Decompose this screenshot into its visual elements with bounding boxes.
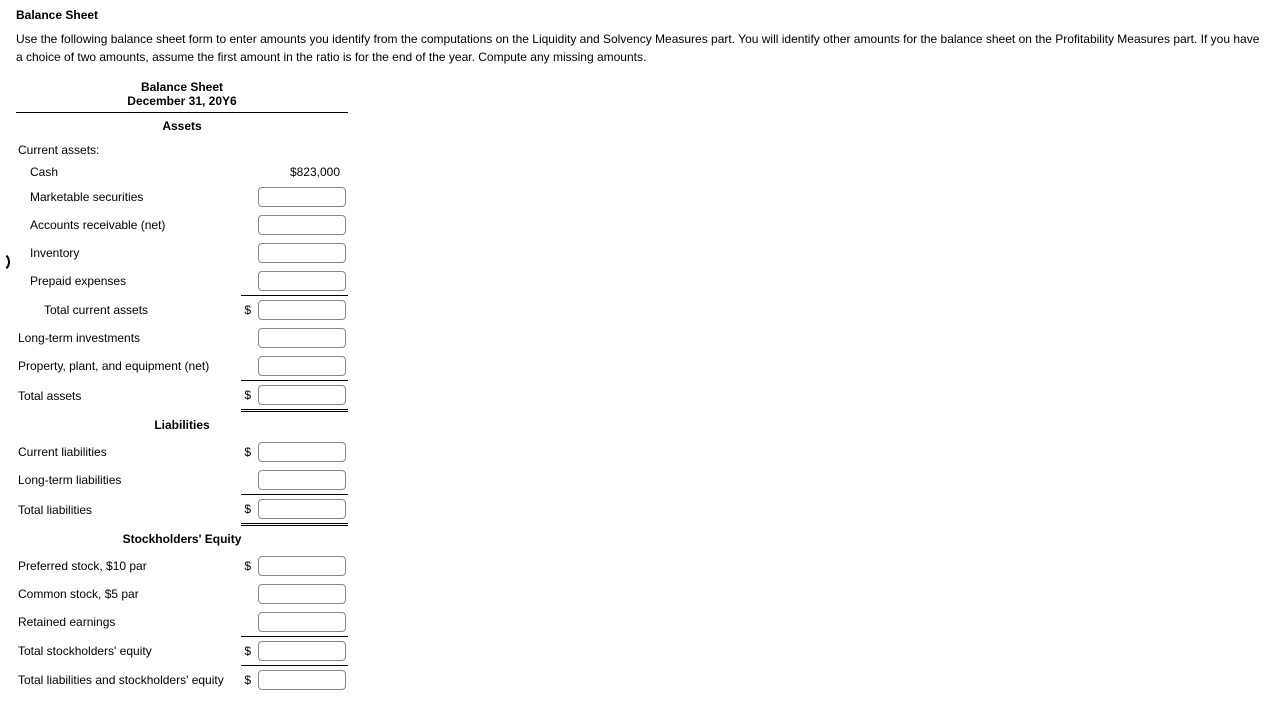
row-prepaid-expenses: Prepaid expenses bbox=[16, 267, 348, 296]
input-preferred-stock[interactable] bbox=[258, 556, 346, 576]
row-inventory: Inventory bbox=[16, 239, 348, 267]
row-current-liabilities: Current liabilities $ bbox=[16, 438, 348, 466]
input-total-liabilities[interactable] bbox=[258, 499, 346, 519]
row-ppe: Property, plant, and equipment (net) bbox=[16, 352, 348, 381]
dollar-sign: $ bbox=[241, 438, 253, 466]
liabilities-table: Current liabilities $ Long-term liabilit… bbox=[16, 438, 348, 526]
input-marketable-securities[interactable] bbox=[258, 187, 346, 207]
balance-sheet-table: Current assets: Cash $823,000 Marketable… bbox=[16, 139, 348, 412]
dollar-sign: $ bbox=[241, 381, 253, 411]
input-total-current-assets[interactable] bbox=[258, 300, 346, 320]
row-total-assets: Total assets $ bbox=[16, 381, 348, 411]
label-ppe: Property, plant, and equipment (net) bbox=[16, 352, 241, 381]
balance-sheet-form: Balance Sheet December 31, 20Y6 Assets C… bbox=[16, 80, 348, 694]
input-prepaid-expenses[interactable] bbox=[258, 271, 346, 291]
label-retained-earnings: Retained earnings bbox=[16, 608, 241, 637]
selection-arc bbox=[0, 252, 10, 272]
dollar-sign: $ bbox=[241, 637, 253, 666]
label-current-liabilities: Current liabilities bbox=[16, 438, 241, 466]
dollar-sign: $ bbox=[241, 495, 253, 525]
label-inventory: Inventory bbox=[16, 239, 241, 267]
row-long-term-liabilities: Long-term liabilities bbox=[16, 466, 348, 495]
label-total-stockholders-equity: Total stockholders' equity bbox=[16, 637, 241, 666]
section-liabilities: Liabilities bbox=[16, 412, 348, 438]
input-inventory[interactable] bbox=[258, 243, 346, 263]
label-common-stock: Common stock, $5 par bbox=[16, 580, 241, 608]
label-cash: Cash bbox=[16, 161, 241, 183]
label-current-assets: Current assets: bbox=[16, 139, 241, 161]
row-current-assets-header: Current assets: bbox=[16, 139, 348, 161]
row-total-liab-and-equity: Total liabilities and stockholders' equi… bbox=[16, 666, 348, 695]
input-total-stockholders-equity[interactable] bbox=[258, 641, 346, 661]
label-long-term-liabilities: Long-term liabilities bbox=[16, 466, 241, 495]
dollar-sign: $ bbox=[241, 666, 253, 695]
input-long-term-liabilities[interactable] bbox=[258, 470, 346, 490]
label-marketable-securities: Marketable securities bbox=[16, 183, 241, 211]
label-preferred-stock: Preferred stock, $10 par bbox=[16, 552, 241, 580]
instructions-text: Use the following balance sheet form to … bbox=[16, 30, 1264, 66]
section-assets: Assets bbox=[16, 113, 348, 139]
input-long-term-investments[interactable] bbox=[258, 328, 346, 348]
label-accounts-receivable: Accounts receivable (net) bbox=[16, 211, 241, 239]
sheet-date: December 31, 20Y6 bbox=[16, 94, 348, 113]
equity-table: Preferred stock, $10 par $ Common stock,… bbox=[16, 552, 348, 694]
row-preferred-stock: Preferred stock, $10 par $ bbox=[16, 552, 348, 580]
value-cash: $823,000 bbox=[255, 165, 346, 179]
row-common-stock: Common stock, $5 par bbox=[16, 580, 348, 608]
row-marketable-securities: Marketable securities bbox=[16, 183, 348, 211]
row-cash: Cash $823,000 bbox=[16, 161, 348, 183]
row-long-term-investments: Long-term investments bbox=[16, 324, 348, 352]
input-total-assets[interactable] bbox=[258, 385, 346, 405]
dollar-sign: $ bbox=[241, 296, 253, 325]
row-accounts-receivable: Accounts receivable (net) bbox=[16, 211, 348, 239]
input-current-liabilities[interactable] bbox=[258, 442, 346, 462]
label-total-liabilities: Total liabilities bbox=[16, 495, 241, 525]
input-ppe[interactable] bbox=[258, 356, 346, 376]
row-total-liabilities: Total liabilities $ bbox=[16, 495, 348, 525]
input-retained-earnings[interactable] bbox=[258, 612, 346, 632]
row-total-current-assets: Total current assets $ bbox=[16, 296, 348, 325]
label-prepaid-expenses: Prepaid expenses bbox=[16, 267, 241, 296]
dollar-sign: $ bbox=[241, 552, 253, 580]
row-retained-earnings: Retained earnings bbox=[16, 608, 348, 637]
row-total-stockholders-equity: Total stockholders' equity $ bbox=[16, 637, 348, 666]
input-common-stock[interactable] bbox=[258, 584, 346, 604]
page-title: Balance Sheet bbox=[16, 8, 1264, 22]
input-total-liab-and-equity[interactable] bbox=[258, 670, 346, 690]
sheet-heading: Balance Sheet bbox=[16, 80, 348, 94]
section-equity: Stockholders' Equity bbox=[16, 526, 348, 552]
label-total-assets: Total assets bbox=[16, 381, 241, 411]
input-accounts-receivable[interactable] bbox=[258, 215, 346, 235]
label-long-term-investments: Long-term investments bbox=[16, 324, 241, 352]
label-total-liab-and-equity: Total liabilities and stockholders' equi… bbox=[16, 666, 241, 695]
label-total-current-assets: Total current assets bbox=[16, 296, 241, 325]
